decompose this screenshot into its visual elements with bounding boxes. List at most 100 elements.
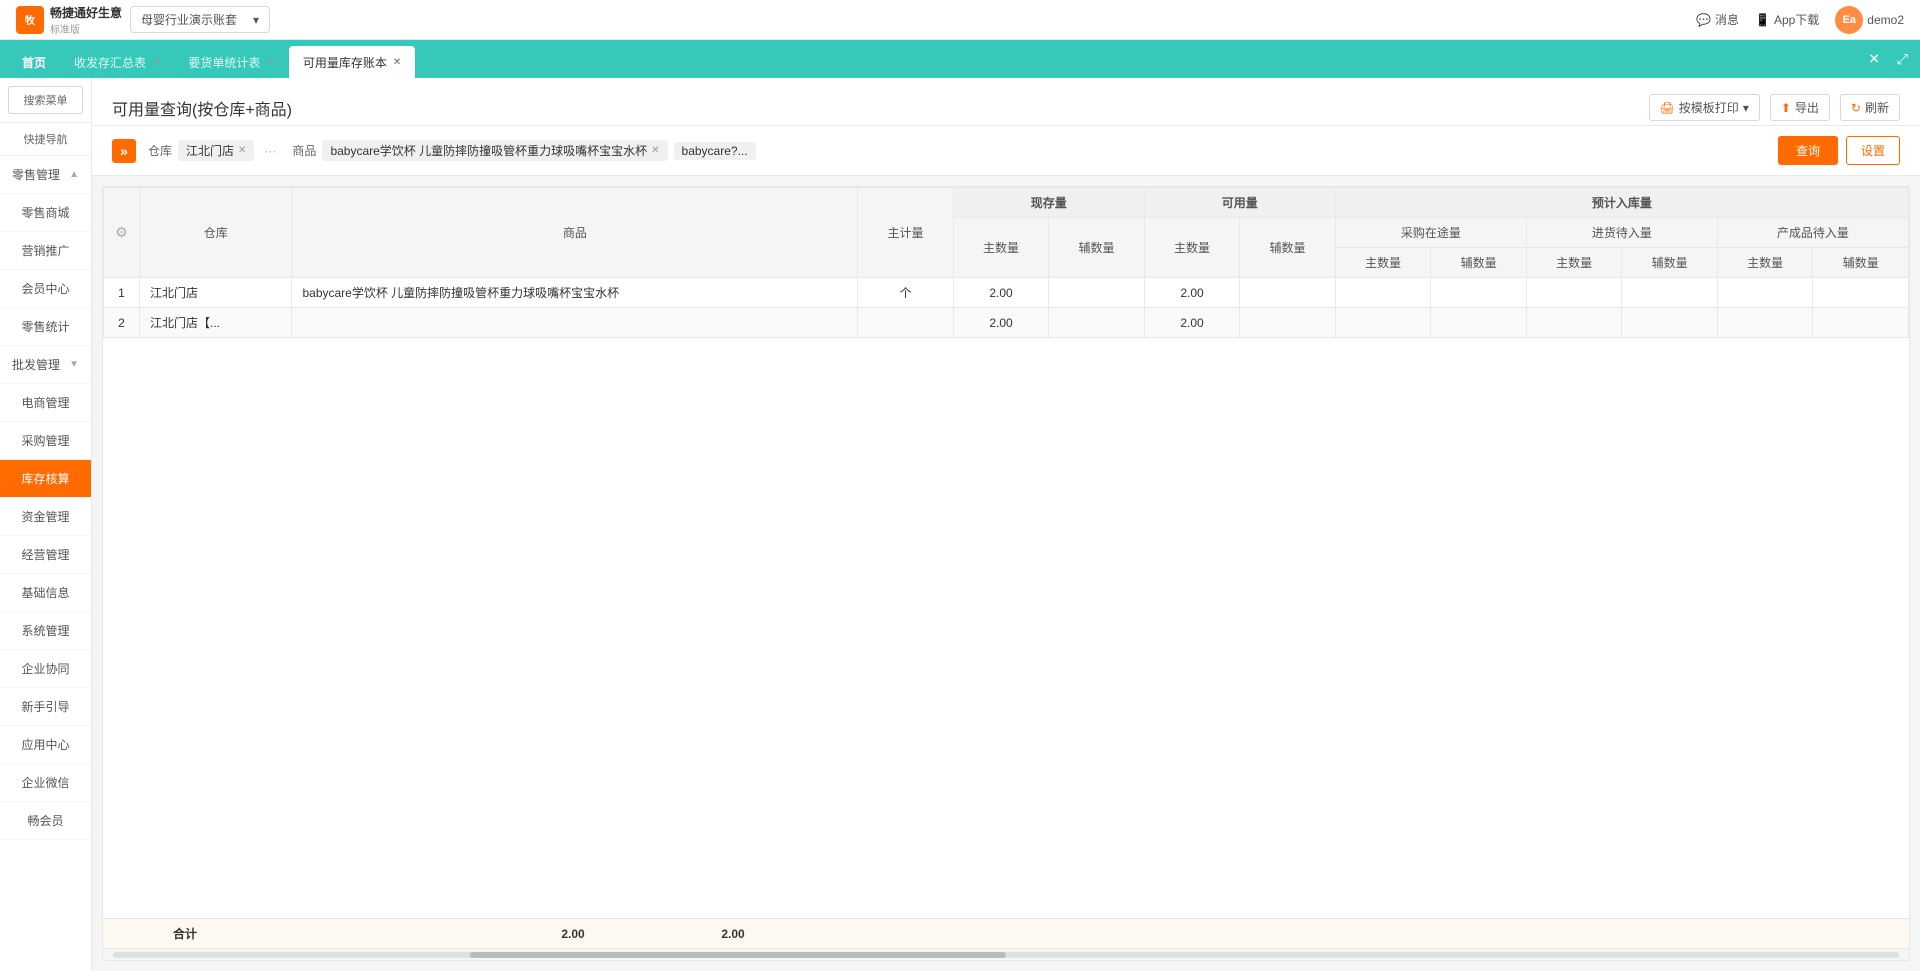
cell-stock-main-1: 2.00 [953,308,1049,338]
filter-expand-btn[interactable]: » [112,139,136,163]
sidebar-item-sys-mgmt[interactable]: 系统管理 [0,612,91,650]
user-menu[interactable]: Ea demo2 [1835,6,1904,34]
sidebar-item-wechat-label: 企业微信 [21,774,69,791]
product-tag-1-remove[interactable]: ✕ [651,145,659,156]
tab-receive-close[interactable]: ✕ [152,57,160,68]
export-label: 导出 [1795,99,1819,116]
sidebar-item-retail-mgmt-label: 零售管理 [12,166,60,183]
sidebar-item-member[interactable]: 畅会员 [0,802,91,840]
sidebar-item-marketing[interactable]: 营销推广 [0,232,91,270]
sidebar-item-app-center-label: 应用中心 [21,736,69,753]
sidebar-item-retail-stats-label: 零售统计 [21,318,69,335]
cell-warehouse-1: 江北门店【... [140,308,292,338]
sidebar-item-app-center[interactable]: 应用中心 [0,726,91,764]
tab-order-stat[interactable]: 要货单统计表 ✕ [174,46,288,78]
sidebar-item-new-guide[interactable]: 新手引导 [0,688,91,726]
sidebar-item-wechat[interactable]: 企业微信 [0,764,91,802]
sidebar-item-retail-stats[interactable]: 零售统计 [0,308,91,346]
sidebar-item-ecommerce-label: 电商管理 [21,394,69,411]
tab-inventory-close[interactable]: ✕ [393,57,401,68]
nav-tabs: 首页 收发存汇总表 ✕ 要货单统计表 ✕ 可用量库存账本 ✕ ✕ ⤢ [0,40,1920,78]
export-btn[interactable]: ⬆ 导出 [1770,94,1830,121]
tab-order-stat-close[interactable]: ✕ [266,57,274,68]
horizontal-scrollbar[interactable] [103,948,1909,960]
summary-stock-main: 2.00 [533,927,613,941]
refresh-icon: ↻ [1851,101,1861,115]
sidebar-item-purchase-mgmt[interactable]: 采购管理 [0,422,91,460]
cell-unit-0: 个 [858,278,954,308]
sidebar-item-finance-mgmt-label: 资金管理 [21,508,69,525]
chevron-down-icon: ▼ [69,359,79,370]
sidebar-item-enterprise[interactable]: 企业协同 [0,650,91,688]
table-row[interactable]: 1 江北门店 babycare学饮杯 儿童防摔防撞吸管杯重力球吸嘴杯宝宝水杯 个… [104,278,1909,308]
col-forecast-group-header: 预计入库量 [1335,188,1908,218]
brand-icon: 牧 [16,6,44,34]
sidebar-item-wholesale-mgmt[interactable]: 批发管理 ▼ [0,346,91,384]
cell-product-main-0 [1717,278,1813,308]
sidebar-item-member-center[interactable]: 会员中心 [0,270,91,308]
filter-bar: » 仓库 江北门店 ✕ ··· 商品 babycare学饮杯 儿童防摔防撞吸管杯… [92,126,1920,176]
warehouse-filter-group: 仓库 江北门店 ✕ ··· [148,140,280,161]
cell-product-main-1 [1717,308,1813,338]
col-unit-header: 主计量 [858,188,954,278]
warehouse-tag-1-text: 江北门店 [186,142,234,159]
expand-tabs-icon[interactable]: ⤢ [1897,51,1908,68]
product-tag-1[interactable]: babycare学饮杯 儿童防摔防撞吸管杯重力球吸嘴杯宝宝水杯 ✕ [322,140,667,161]
avatar: Ea [1835,6,1863,34]
col-avail-aux-header: 辅数量 [1240,218,1336,278]
scrollbar-track [113,952,1899,958]
product-filter-group: 商品 babycare学饮杯 儿童防摔防撞吸管杯重力球吸嘴杯宝宝水杯 ✕ bab… [292,140,755,161]
sidebar-item-retail-mall[interactable]: 零售商城 [0,194,91,232]
cell-stock-main-0: 2.00 [953,278,1049,308]
col-purchase-transit-aux-header: 辅数量 [1431,248,1527,278]
scrollbar-thumb [470,952,1006,958]
print-label: 按模板打印 [1679,99,1739,116]
query-btn[interactable]: 查询 [1778,136,1838,165]
cell-incoming-aux-0 [1622,278,1718,308]
cell-unit-1 [858,308,954,338]
tab-order-stat-label: 要货单统计表 [188,54,260,71]
industry-selector[interactable]: 母婴行业演示账套 ▾ [130,6,270,33]
tab-receive-label: 收发存汇总表 [74,54,146,71]
warehouse-more-btn[interactable]: ··· [260,144,280,158]
table-wrapper[interactable]: ⚙ 仓库 商品 主计量 现存量 可用量 预计入库量 主数量 辅数量 [103,187,1909,918]
sidebar-item-finance-mgmt[interactable]: 资金管理 [0,498,91,536]
cell-purchase-transit-aux-1 [1431,308,1527,338]
warehouse-tag-1-remove[interactable]: ✕ [238,145,246,156]
summary-bar: 合计 2.00 2.00 [103,918,1909,948]
col-purchase-transit-main-header: 主数量 [1335,248,1431,278]
settings-btn[interactable]: 设置 [1846,136,1900,165]
table-settings-icon[interactable]: ⚙ [115,224,128,240]
message-btn[interactable]: 💬 消息 [1696,11,1739,28]
sidebar-item-basic-info[interactable]: 基础信息 [0,574,91,612]
table-row[interactable]: 2 江北门店【... 2.00 2.00 [104,308,1909,338]
sidebar-quick-nav[interactable]: 快捷导航 [0,123,91,156]
tab-home[interactable]: 首页 [8,46,60,78]
brand-name: 畅捷通好生意 [50,4,122,21]
sidebar-item-ecommerce[interactable]: 电商管理 [0,384,91,422]
tab-inventory[interactable]: 可用量库存账本 ✕ [289,46,415,78]
sidebar-search-btn[interactable]: 搜索菜单 [8,86,83,114]
page-actions: 🖨 按模板打印 ▾ ⬆ 导出 ↻ 刷新 [1649,94,1900,121]
cell-product-1 [292,308,858,338]
tab-receive[interactable]: 收发存汇总表 ✕ [60,46,174,78]
print-icon: 🖨 [1660,101,1675,115]
refresh-btn[interactable]: ↻ 刷新 [1840,94,1900,121]
sidebar-item-ops-mgmt[interactable]: 经营管理 [0,536,91,574]
app-icon: 📱 [1755,13,1770,27]
product-tag-2[interactable]: babycare?... [674,142,756,160]
print-btn[interactable]: 🖨 按模板打印 ▾ [1649,94,1760,121]
page-header: 可用量查询(按仓库+商品) 🖨 按模板打印 ▾ ⬆ 导出 ↻ 刷新 [92,78,1920,126]
close-all-tabs-icon[interactable]: ✕ [1868,51,1880,68]
col-incoming-main-header: 主数量 [1526,248,1622,278]
cell-avail-aux-0 [1240,278,1336,308]
chevron-up-icon: ▲ [69,169,79,180]
sidebar-search-section: 搜索菜单 [0,78,91,123]
sidebar-item-retail-mgmt[interactable]: 零售管理 ▲ [0,156,91,194]
app-download-btn[interactable]: 📱 App下载 [1755,11,1819,28]
col-incoming-aux-header: 辅数量 [1622,248,1718,278]
refresh-label: 刷新 [1865,99,1889,116]
warehouse-tag-1[interactable]: 江北门店 ✕ [178,140,254,161]
tab-inventory-label: 可用量库存账本 [303,54,387,71]
sidebar-item-inventory-check[interactable]: 库存核算 [0,460,91,498]
